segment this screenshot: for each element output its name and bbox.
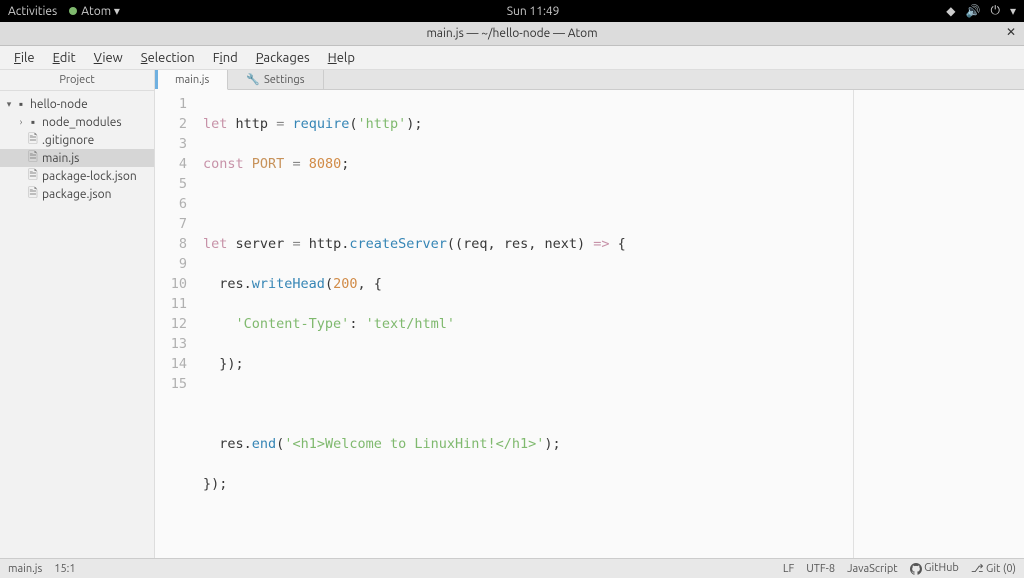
tab-settings[interactable]: 🔧 Settings [228,70,323,89]
menu-bar: File Edit View Selection Find Packages H… [0,46,1024,70]
code-editor[interactable]: 123456789101112131415 let http = require… [155,90,1024,558]
system-top-bar: Activities Atom ▾ Sun 11:49 ◆ 🔊 ⏻ ▾ [0,0,1024,22]
power-icon[interactable]: ⏻ [990,4,1000,18]
tree-item-label: node_modules [42,116,122,129]
active-app[interactable]: Atom ▾ [69,4,120,18]
tree-item-package-lock[interactable]: 🗎 package-lock.json [0,167,154,185]
sidebar-header: Project [0,70,154,91]
activities-button[interactable]: Activities [8,5,57,18]
tree-item-package-json[interactable]: 🗎 package.json [0,185,154,203]
menu-edit[interactable]: Edit [45,49,84,67]
tab-bar: main.js 🔧 Settings [155,70,1024,90]
menu-packages[interactable]: Packages [248,49,318,67]
window-title: main.js — ~/hello-node — Atom [426,27,597,40]
volume-icon[interactable]: 🔊 [966,4,981,18]
project-sidebar: Project ▾ ▪ hello-node › ▪ node_modules … [0,70,155,558]
tab-mainjs[interactable]: main.js [155,70,228,90]
menu-view[interactable]: View [86,49,131,67]
status-language[interactable]: JavaScript [847,563,898,575]
folder-icon: ▪ [26,115,40,129]
code-content[interactable]: let http = require('http'); const PORT =… [195,90,854,558]
status-encoding[interactable]: UTF-8 [806,563,835,575]
tree-item-label: package.json [42,188,111,201]
folder-icon: ▪ [14,97,28,111]
git-branch-icon: ⎇ [971,563,984,575]
menu-file[interactable]: File [6,49,43,67]
line-number-gutter: 123456789101112131415 [155,90,195,558]
status-github[interactable]: GitHub [910,562,959,574]
status-filename[interactable]: main.js [8,563,42,575]
tree-item-node-modules[interactable]: › ▪ node_modules [0,113,154,131]
window-close-button[interactable]: ✕ [1006,25,1016,39]
file-icon: 🗎 [26,184,40,205]
status-git[interactable]: ⎇ Git (0) [971,562,1016,575]
tree-item-label: .gitignore [42,134,94,147]
github-icon [910,562,922,574]
menu-find[interactable]: Find [205,49,246,67]
tree-item-label: package-lock.json [42,170,137,183]
tree-item-label: main.js [42,152,79,165]
tab-label: Settings [264,74,305,86]
system-menu-chevron-icon[interactable]: ▾ [1010,4,1016,18]
chevron-down-icon: ▾ [4,99,14,110]
network-icon[interactable]: ◆ [946,4,955,18]
tab-label: main.js [175,74,209,86]
status-cursor-position[interactable]: 15:1 [54,563,75,575]
window-title-bar: main.js — ~/hello-node — Atom ✕ [0,22,1024,46]
tree-root-folder[interactable]: ▾ ▪ hello-node [0,95,154,113]
menu-selection[interactable]: Selection [133,49,203,67]
status-line-ending[interactable]: LF [783,563,794,575]
tree-item-label: hello-node [30,98,88,111]
wrench-icon: 🔧 [246,73,260,86]
menu-help[interactable]: Help [320,49,363,67]
clock[interactable]: Sun 11:49 [120,5,946,18]
tree-item-gitignore[interactable]: 🗎 .gitignore [0,131,154,149]
tree-item-mainjs[interactable]: 🗎 main.js [0,149,154,167]
status-bar: main.js 15:1 LF UTF-8 JavaScript GitHub … [0,558,1024,578]
editor-area: main.js 🔧 Settings 123456789101112131415 … [155,70,1024,558]
chevron-right-icon: › [16,117,26,127]
